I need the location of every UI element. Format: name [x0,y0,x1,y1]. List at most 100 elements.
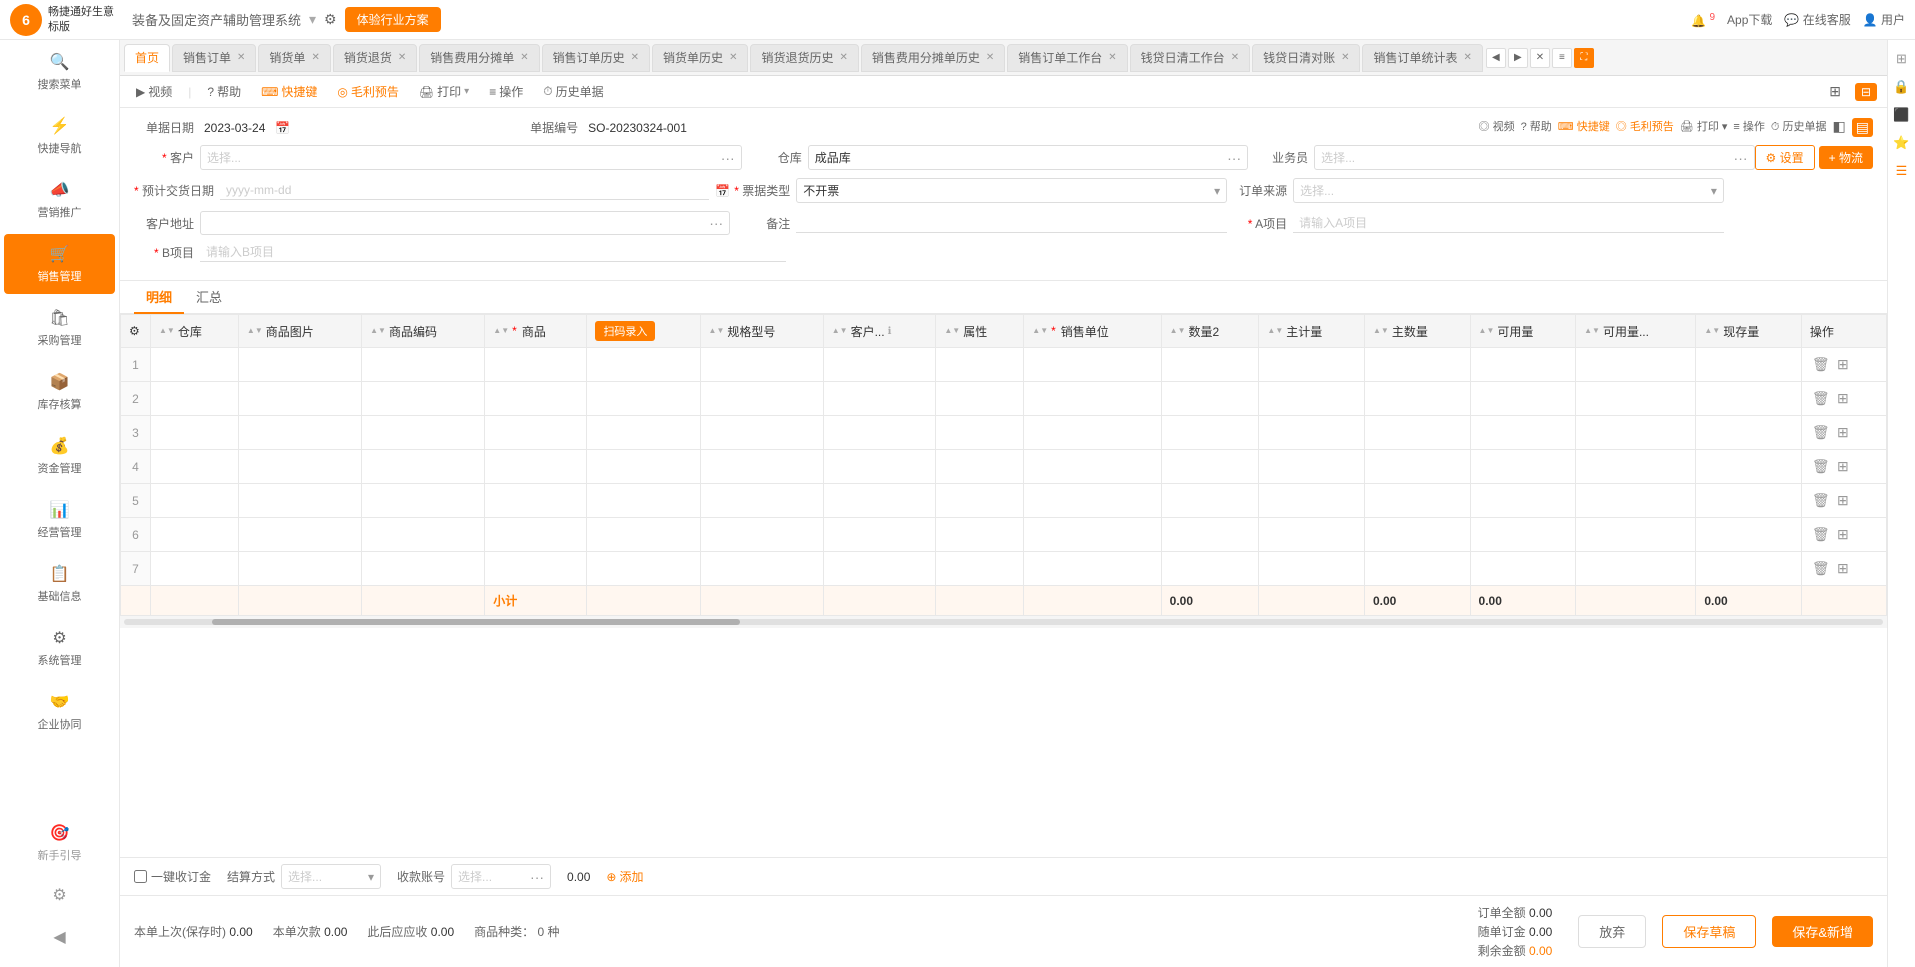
row2-spec[interactable] [700,382,823,416]
row4-warehouse[interactable] [151,450,239,484]
row1-spec[interactable] [700,348,823,382]
salesperson-input[interactable]: 选择... ··· [1314,145,1754,170]
close-tab-sales-fee-history[interactable]: ✕ [986,52,994,63]
help-btn[interactable]: ? 帮助 [201,81,247,102]
customer-more-icon[interactable]: ··· [721,150,735,166]
row6-unit[interactable] [1024,518,1161,552]
row7-available[interactable] [1470,552,1576,586]
row7-main-unit[interactable] [1259,552,1365,586]
payment-method-select[interactable]: 选择... ▾ [281,864,381,889]
row3-warehouse[interactable] [151,416,239,450]
profit-btn[interactable]: ◎ 毛利预告 [331,81,405,102]
row3-copy-btn[interactable]: ⊞ [1835,422,1851,443]
row4-unit[interactable] [1024,450,1161,484]
row1-main-qty[interactable] [1364,348,1470,382]
row3-spec[interactable] [700,416,823,450]
row1-customer[interactable] [823,348,936,382]
save-new-btn[interactable]: 保存&新增 [1772,916,1873,947]
row3-qty2[interactable] [1161,416,1259,450]
row7-qty2[interactable] [1161,552,1259,586]
row1-product[interactable] [485,348,587,382]
row6-spec[interactable] [700,518,823,552]
sort-arrows-current[interactable]: ▲▼ [1704,327,1720,335]
tab-sales-order[interactable]: 销售订单 ✕ [172,44,256,72]
sort-arrows-main-qty[interactable]: ▲▼ [1373,327,1389,335]
history-icon-btn[interactable]: ⏱ 历史单据 [1771,118,1827,137]
row1-warehouse[interactable] [151,348,239,382]
tab-expand-btn[interactable]: ⛶ [1574,48,1594,68]
sort-arrows-image[interactable]: ▲▼ [247,327,263,335]
row1-available[interactable] [1470,348,1576,382]
row5-unit[interactable] [1024,484,1161,518]
row3-attr[interactable] [936,416,1024,450]
close-tab-loan-reconcile[interactable]: ✕ [1341,52,1349,63]
close-tab-sales-order-history[interactable]: ✕ [631,52,639,63]
tab-prev-btn[interactable]: ◀ [1486,48,1506,68]
close-tab-sales-fee[interactable]: ✕ [520,52,528,63]
add-logistics-btn[interactable]: + 物流 [1819,146,1873,169]
view-icon-btn[interactable]: ◎ 视频 [1479,118,1515,137]
row1-image[interactable] [238,348,361,382]
row7-product[interactable] [485,552,587,586]
row7-spec[interactable] [700,552,823,586]
row6-main-qty[interactable] [1364,518,1470,552]
close-tab-sales-order[interactable]: ✕ [237,52,245,63]
help-icon-btn[interactable]: ? 帮助 [1521,118,1552,137]
row2-main-qty[interactable] [1364,382,1470,416]
row5-image[interactable] [238,484,361,518]
row6-current[interactable] [1696,518,1802,552]
user-avatar[interactable]: 👤 用户 [1863,11,1905,28]
print-btn[interactable]: 🖨 打印 ▾ [413,81,475,102]
operate-btn[interactable]: ≡ 操作 [483,81,529,102]
row7-attr[interactable] [936,552,1024,586]
row3-main-qty[interactable] [1364,416,1470,450]
row2-customer[interactable] [823,382,936,416]
row4-code[interactable] [362,450,485,484]
tab-sales-stats[interactable]: 销售订单统计表 ✕ [1362,44,1482,72]
invoice-type-select[interactable]: 不开票 ▾ [796,178,1227,203]
one-key-payment-input[interactable] [134,870,147,883]
row5-warehouse[interactable] [151,484,239,518]
row6-product[interactable] [485,518,587,552]
row5-attr[interactable] [936,484,1024,518]
order-source-input[interactable]: 选择... ▾ [1293,178,1724,203]
row1-copy-btn[interactable]: ⊞ [1835,354,1851,375]
mini-icon-4[interactable]: ⭐ [1891,132,1913,154]
sidebar-item-system[interactable]: ⚙ 系统管理 [4,618,115,678]
profit-icon-btn[interactable]: ◎ 毛利预告 [1616,118,1674,137]
row2-qty2[interactable] [1161,382,1259,416]
row4-current[interactable] [1696,450,1802,484]
row4-qty2[interactable] [1161,450,1259,484]
sort-arrows-available[interactable]: ▲▼ [1479,327,1495,335]
row4-delete-btn[interactable]: 🗑 [1810,456,1832,477]
b-project-input[interactable] [200,243,786,262]
row3-available2[interactable] [1576,416,1696,450]
sidebar-item-basic-info[interactable]: 📋 基础信息 [4,554,115,614]
sidebar-item-quicknav[interactable]: ⚡ 快捷导航 [4,106,115,166]
row5-customer[interactable] [823,484,936,518]
row1-code[interactable] [362,348,485,382]
sort-arrows-unit[interactable]: ▲▼ [1032,327,1048,335]
sidebar-item-newbie[interactable]: 🎯 新手引导 [4,813,115,873]
tab-next-btn[interactable]: ▶ [1508,48,1528,68]
discard-btn[interactable]: 放弃 [1578,915,1646,948]
tab-loan-daily[interactable]: 钱贷日清工作台 ✕ [1130,44,1250,72]
shortcut-icon-btn[interactable]: ⌨ 快捷键 [1558,118,1610,137]
row1-current[interactable] [1696,348,1802,382]
tab-sales-return[interactable]: 销货退货 ✕ [333,44,417,72]
row7-available2[interactable] [1576,552,1696,586]
row3-main-unit[interactable] [1259,416,1365,450]
row3-customer[interactable] [823,416,936,450]
row1-delete-btn[interactable]: 🗑 [1810,354,1832,375]
delivery-date-input[interactable] [220,181,709,200]
close-tab-sales-slip[interactable]: ✕ [311,52,319,63]
sidebar-item-search[interactable]: 🔍 搜索菜单 [4,42,115,102]
warehouse-more-icon[interactable]: ··· [1227,150,1241,166]
row4-image[interactable] [238,450,361,484]
row2-delete-btn[interactable]: 🗑 [1810,388,1832,409]
list-icon-btn[interactable]: ◧ [1833,118,1846,137]
row4-copy-btn[interactable]: ⊞ [1835,456,1851,477]
receipt-account-select[interactable]: 选择... ··· [451,864,551,889]
row7-warehouse[interactable] [151,552,239,586]
row2-attr[interactable] [936,382,1024,416]
